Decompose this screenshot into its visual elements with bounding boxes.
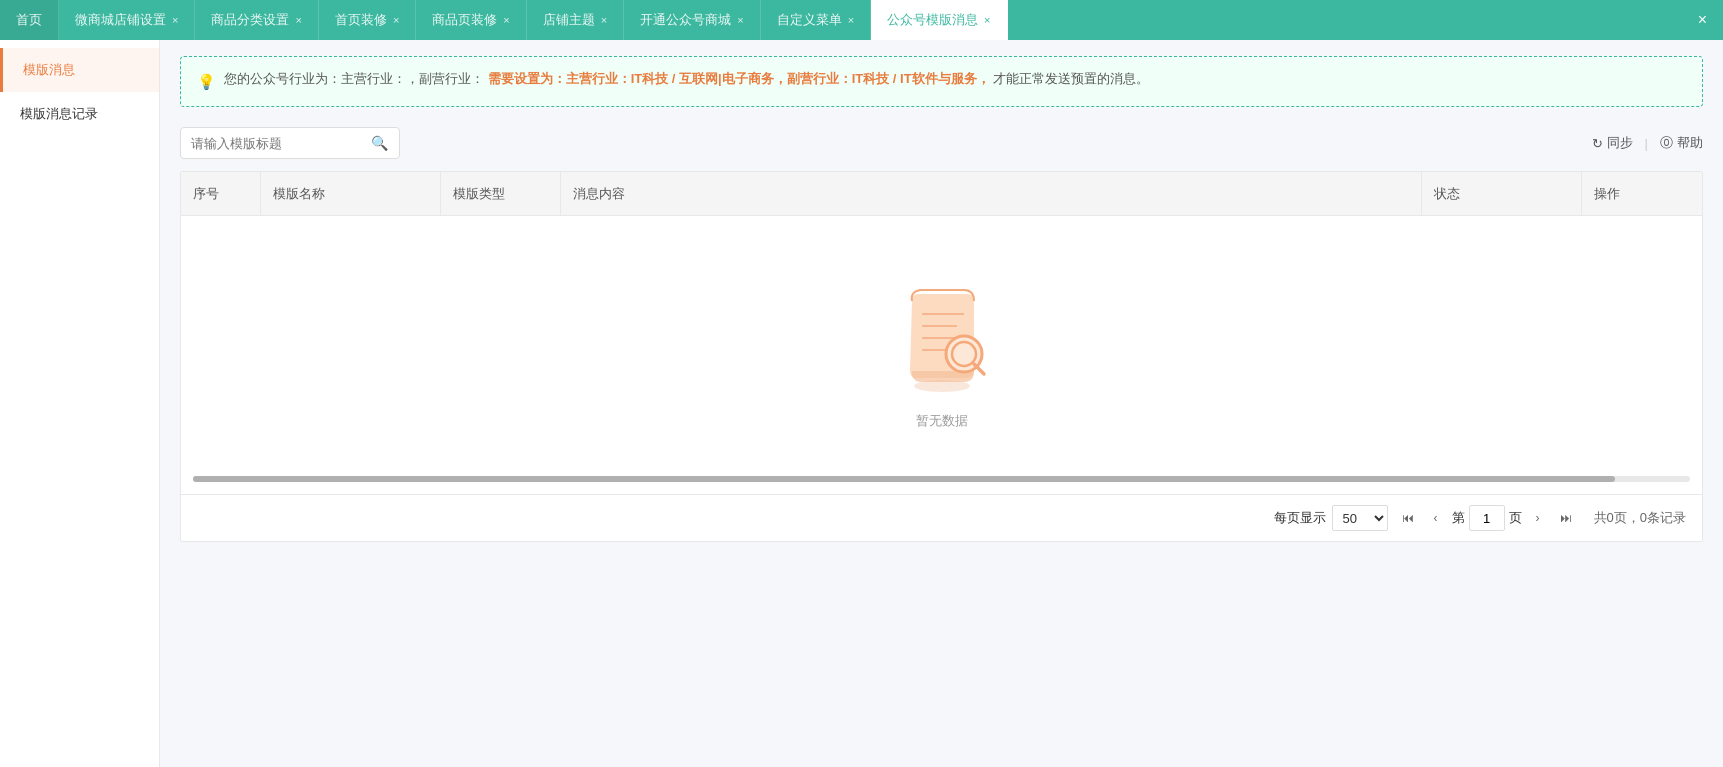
close-icon[interactable]: × — [503, 14, 509, 26]
scroll-track — [193, 476, 1690, 482]
tab-custom-menu[interactable]: 自定义菜单 × — [761, 0, 871, 40]
tab-open-mall[interactable]: 开通公众号商城 × — [624, 0, 760, 40]
close-icon[interactable]: × — [848, 14, 854, 26]
page-size-select: 每页显示 50 10 20 100 — [1274, 505, 1388, 531]
notice-banner: 💡 您的公众号行业为：主营行业：，副营行业： 需要设置为：主营行业：IT科技 /… — [180, 56, 1703, 107]
tab-home-deco[interactable]: 首页装修 × — [319, 0, 416, 40]
top-nav: 首页 微商城店铺设置 × 商品分类设置 × 首页装修 × 商品页装修 × 店铺主… — [0, 0, 1723, 40]
col-name: 模版名称 — [261, 172, 441, 215]
tab-home[interactable]: 首页 — [0, 0, 59, 40]
empty-illustration — [882, 276, 1002, 396]
sidebar: 模版消息 模版消息记录 — [0, 40, 160, 767]
col-type: 模版类型 — [441, 172, 561, 215]
tab-product-deco[interactable]: 商品页装修 × — [416, 0, 526, 40]
total-info: 共0页，0条记录 — [1594, 509, 1686, 527]
sidebar-item-template-msg-log[interactable]: 模版消息记录 — [0, 92, 159, 136]
first-page-button[interactable]: ⏮ — [1396, 506, 1420, 530]
pagination: 每页显示 50 10 20 100 ⏮ ‹ 第 页 › ⏭ — [181, 494, 1702, 541]
tab-shop-theme[interactable]: 店铺主题 × — [527, 0, 624, 40]
close-icon[interactable]: × — [172, 14, 178, 26]
tab-product-category[interactable]: 商品分类设置 × — [195, 0, 318, 40]
empty-text: 暂无数据 — [916, 412, 968, 430]
sidebar-item-template-msg[interactable]: 模版消息 — [0, 48, 159, 92]
col-status: 状态 — [1422, 172, 1582, 215]
help-icon: ⓪ — [1660, 134, 1673, 152]
data-table: 序号 模版名称 模版类型 消息内容 状态 操作 — [180, 171, 1703, 542]
table-scrollbar[interactable] — [181, 476, 1702, 488]
page-nav: ⏮ ‹ 第 页 › ⏭ — [1396, 505, 1578, 531]
page-input[interactable] — [1469, 505, 1505, 531]
col-action: 操作 — [1582, 172, 1702, 215]
col-content: 消息内容 — [561, 172, 1422, 215]
close-icon[interactable]: × — [601, 14, 607, 26]
close-icon[interactable]: × — [295, 14, 301, 26]
tab-template-msg[interactable]: 公众号模版消息 × — [871, 0, 1007, 40]
prev-page-button[interactable]: ‹ — [1424, 506, 1448, 530]
search-input-wrap[interactable]: 🔍 — [180, 127, 400, 159]
global-close-button[interactable]: × — [1682, 0, 1723, 40]
scroll-thumb[interactable] — [193, 476, 1615, 482]
search-bar: 🔍 ↻ 同步 | ⓪ 帮助 — [180, 127, 1703, 159]
tab-weshop-setting[interactable]: 微商城店铺设置 × — [59, 0, 195, 40]
help-button[interactable]: ⓪ 帮助 — [1660, 134, 1703, 152]
next-page-button[interactable]: › — [1526, 506, 1550, 530]
col-index: 序号 — [181, 172, 261, 215]
bulb-icon: 💡 — [197, 70, 216, 94]
search-input[interactable] — [191, 136, 371, 151]
page-size-dropdown[interactable]: 50 10 20 100 — [1332, 505, 1388, 531]
notice-text: 您的公众号行业为：主营行业：，副营行业： 需要设置为：主营行业：IT科技 / 互… — [224, 69, 1149, 90]
main-layout: 模版消息 模版消息记录 💡 您的公众号行业为：主营行业：，副营行业： 需要设置为… — [0, 40, 1723, 767]
search-button[interactable]: 🔍 — [371, 135, 388, 151]
sync-button[interactable]: ↻ 同步 — [1592, 134, 1633, 152]
toolbar-right: ↻ 同步 | ⓪ 帮助 — [1592, 134, 1703, 152]
divider: | — [1645, 136, 1648, 151]
content-area: 💡 您的公众号行业为：主营行业：，副营行业： 需要设置为：主营行业：IT科技 /… — [160, 40, 1723, 767]
close-icon[interactable]: × — [984, 14, 990, 26]
empty-state: 暂无数据 — [181, 216, 1702, 470]
last-page-button[interactable]: ⏭ — [1554, 506, 1578, 530]
close-icon[interactable]: × — [393, 14, 399, 26]
close-icon[interactable]: × — [737, 14, 743, 26]
sync-icon: ↻ — [1592, 136, 1603, 151]
table-header: 序号 模版名称 模版类型 消息内容 状态 操作 — [181, 172, 1702, 216]
